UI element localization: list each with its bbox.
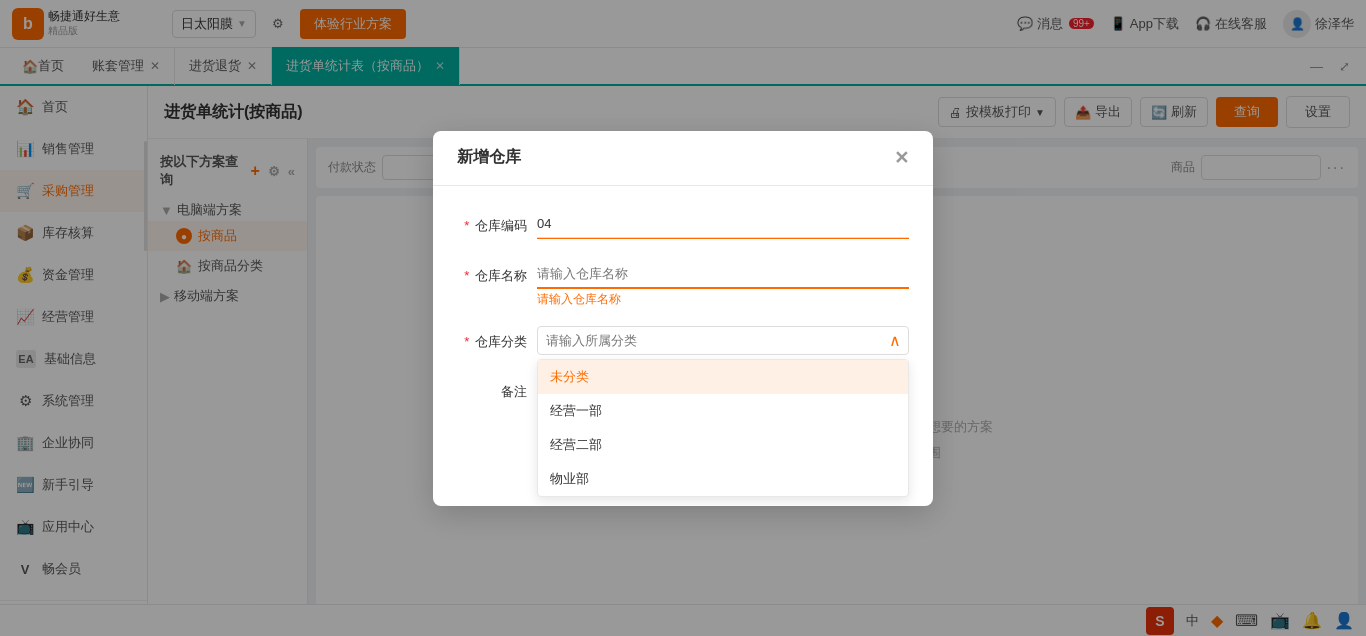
dialog-header: 新增仓库 ✕ [433,131,933,186]
category-input[interactable] [537,326,909,355]
code-control [537,210,909,239]
category-dropdown: 未分类 经营一部 经营二部 物业部 [537,359,909,497]
name-label: * 仓库名称 [457,260,537,292]
category-control: ∧ 未分类 经营一部 经营二部 物业部 [537,326,909,355]
name-control: 请输入仓库名称 [537,260,909,308]
form-row-code: * 仓库编码 [457,210,909,242]
name-input[interactable] [537,260,909,289]
dropdown-item-dept2[interactable]: 经营二部 [538,428,908,462]
dialog-body: * 仓库编码 * 仓库名称 请输入仓库名称 [433,186,933,442]
category-toggle-button[interactable]: ∧ [889,331,901,350]
category-label: * 仓库分类 [457,326,537,358]
dialog-overlay: 新增仓库 ✕ * 仓库编码 * 仓库名称 [0,0,1366,636]
form-row-name: * 仓库名称 请输入仓库名称 [457,260,909,308]
add-warehouse-dialog: 新增仓库 ✕ * 仓库编码 * 仓库名称 [433,131,933,506]
dialog-title: 新增仓库 [457,147,521,168]
remark-label: 备注 [457,376,537,408]
code-label: * 仓库编码 [457,210,537,242]
name-error-msg: 请输入仓库名称 [537,291,909,308]
code-underline [537,238,909,239]
code-input[interactable] [537,210,909,238]
dropdown-item-dept1[interactable]: 经营一部 [538,394,908,428]
dialog-close-button[interactable]: ✕ [894,147,909,169]
form-row-category: * 仓库分类 ∧ 未分类 经营一部 经营二部 物业部 [457,326,909,358]
dropdown-item-none[interactable]: 未分类 [538,360,908,394]
dropdown-item-property[interactable]: 物业部 [538,462,908,496]
